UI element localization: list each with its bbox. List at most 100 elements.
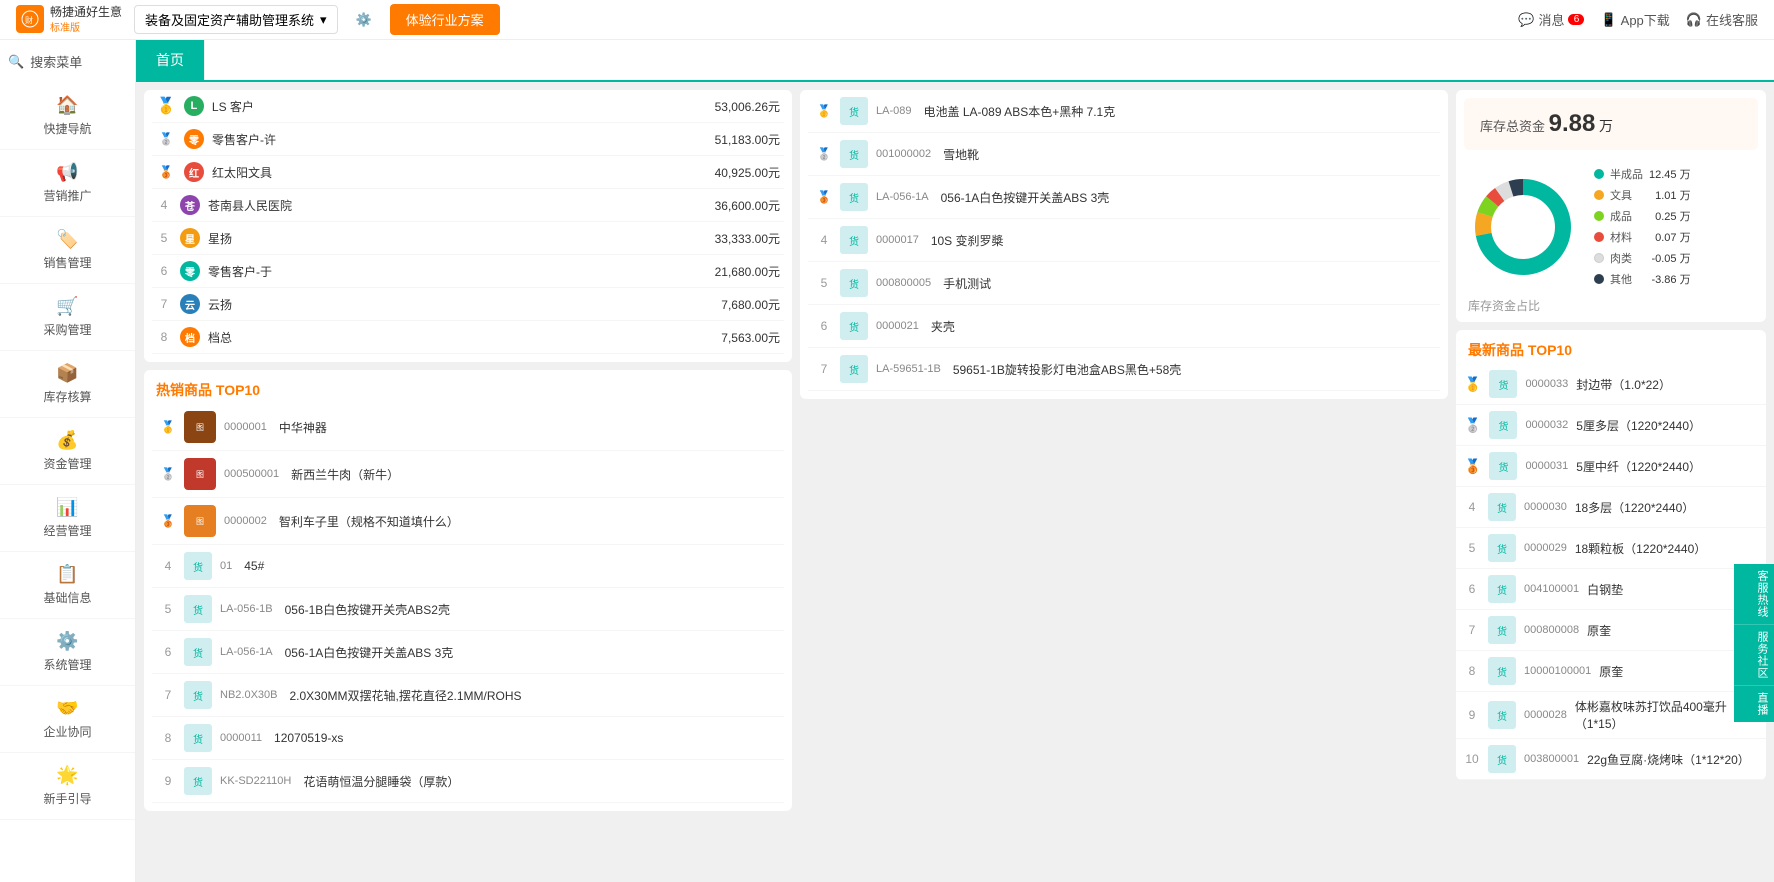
customer-badge-1: L: [184, 96, 204, 116]
product-placeholder-7: 货: [184, 681, 212, 709]
float-customer-service[interactable]: 客服热线: [1734, 564, 1774, 625]
legend-dot-0: [1594, 169, 1604, 179]
sales-product-list: 🥇 货 LA-089 电池盖 LA-089 ABS本色+黑种 7.1克 🥈 货 …: [800, 90, 1448, 399]
sidebar-item-basics[interactable]: 📋 基础信息: [0, 552, 135, 619]
trial-button[interactable]: 体验行业方案: [390, 4, 500, 35]
new-p-code-2: 0000032: [1525, 419, 1568, 431]
sidebar-item-finance[interactable]: 💰 资金管理: [0, 418, 135, 485]
online-service-button[interactable]: 🎧 在线客服: [1686, 10, 1758, 29]
sidebar-label-4: 库存核算: [43, 388, 91, 405]
customer-badge-6: 零: [180, 261, 200, 281]
search-menu-item[interactable]: 🔍 搜索菜单: [0, 40, 135, 83]
sidebar-item-collab[interactable]: 🤝 企业协同: [0, 686, 135, 753]
rank-num-7: 7: [156, 297, 172, 311]
customer-name-6: 零售客户-于: [208, 263, 707, 280]
product-code-8: 0000011: [220, 732, 262, 744]
legend-item-4: 肉类 -0.05 万: [1594, 250, 1691, 266]
right-panel: 库存总资金 9.88 万: [1456, 90, 1766, 874]
notification-button[interactable]: 💬 消息 6: [1518, 10, 1584, 29]
customer-badge-2: 零: [184, 129, 204, 149]
sidebar-item-inventory[interactable]: 📦 库存核算: [0, 351, 135, 418]
main-layout: 🔍 搜索菜单 🏠 快捷导航 📢 营销推广 🏷️ 销售管理 🛒 采购管理 📦 库存…: [0, 40, 1774, 882]
sp-name-2: 雪地靴: [943, 146, 979, 163]
list-item: 4 货 0000017 10S 变刹罗槳: [808, 219, 1440, 262]
home-icon: 🏠: [56, 95, 78, 116]
sales-products-card: 🥇 货 LA-089 电池盖 LA-089 ABS本色+黑种 7.1克 🥈 货 …: [800, 90, 1448, 399]
new-p-placeholder-1: 货: [1489, 370, 1517, 398]
customer-name-8: 档总: [208, 329, 713, 346]
legend-dot-5: [1594, 274, 1604, 284]
system-name: 装备及固定资产辅助管理系统: [145, 10, 314, 29]
new-p-name-1: 封边带（1.0*22）: [1576, 376, 1671, 393]
sp-rank-7: 7: [816, 362, 832, 376]
product-rank-icon: 🥉: [160, 514, 176, 528]
list-item: 6 货 LA-056-1A 056-1A白色按键开关盖ABS 3克: [152, 631, 784, 674]
float-live[interactable]: 直播: [1734, 686, 1774, 722]
new-p-placeholder-5: 货: [1488, 534, 1516, 562]
search-icon: 🔍: [8, 54, 24, 70]
new-medal-2: 🥈: [1464, 417, 1481, 434]
sidebar-label-0: 快捷导航: [43, 120, 91, 137]
main-columns: 🥇 L LS 客户 53,006.26元 🥈 零 零售客户-许 51,183.0…: [144, 90, 1448, 874]
list-item: 5 货 0000029 18颗粒板（1220*2440）: [1456, 528, 1766, 569]
list-item: 9 货 0000028 体彬嘉枚味苏打饮品400毫升（1*15）: [1456, 692, 1766, 739]
sidebar-item-system[interactable]: ⚙️ 系统管理: [0, 619, 135, 686]
rank-num-5: 5: [156, 231, 172, 245]
new-p-placeholder-2: 货: [1489, 411, 1517, 439]
product-name-9: 花语萌恒温分腿睡袋（厚款）: [303, 773, 459, 790]
logo-area: 财 畅捷通好生意 标准版: [16, 5, 122, 34]
sp-code-7: LA-59651-1B: [876, 363, 941, 375]
product-thumb-1: 图: [184, 411, 216, 443]
sidebar-label-8: 系统管理: [43, 656, 91, 673]
new-p-name-7: 原奎: [1587, 622, 1611, 639]
settings-button[interactable]: ⚙️: [350, 6, 378, 34]
sp-rank-4: 4: [816, 233, 832, 247]
sp-code-6: 0000021: [876, 320, 919, 332]
sidebar-label-9: 企业协同: [43, 723, 91, 740]
legend-list: 半成品 12.45 万 文具 1.01 万 成品 0: [1594, 166, 1691, 287]
legend-dot-4: [1594, 253, 1604, 263]
new-p-placeholder-3: 货: [1489, 452, 1517, 480]
new-p-name-3: 5厘中纤（1220*2440）: [1576, 458, 1701, 475]
new-p-code-8: 10000100001: [1524, 665, 1591, 677]
sidebar-item-quick-nav[interactable]: 🏠 快捷导航: [0, 83, 135, 150]
legend-label-4: 肉类: [1610, 250, 1632, 266]
phone-icon: 📱: [1600, 12, 1616, 28]
product-code-2: 000500001: [224, 468, 279, 480]
header-right: 💬 消息 6 📱 App下载 🎧 在线客服: [1518, 10, 1758, 29]
new-medal-3: 🥉: [1464, 458, 1481, 475]
new-p-code-7: 000800008: [1524, 624, 1579, 636]
list-item: 🥇 货 0000033 封边带（1.0*22）: [1456, 364, 1766, 405]
product-placeholder-6: 货: [184, 638, 212, 666]
sidebar-item-guide[interactable]: 🌟 新手引导: [0, 753, 135, 820]
legend-label-0: 半成品: [1610, 166, 1643, 182]
new-p-code-9: 0000028: [1524, 709, 1567, 721]
headset-icon: 🎧: [1686, 12, 1702, 28]
guide-icon: 🌟: [56, 765, 78, 786]
new-p-name-2: 5厘多层（1220*2440）: [1576, 417, 1701, 434]
sidebar-label-6: 经营管理: [43, 522, 91, 539]
new-p-placeholder-8: 货: [1488, 657, 1516, 685]
new-rank-10: 10: [1464, 752, 1480, 766]
customer-amount-4: 36,600.00元: [715, 197, 780, 214]
sidebar-item-operations[interactable]: 📊 经营管理: [0, 485, 135, 552]
list-item: 🥉 图 0000002 智利车子里（规格不知道填什么）: [152, 498, 784, 545]
list-item: 🥈 图 000500001 新西兰牛肉（新牛）: [152, 451, 784, 498]
product-code-7: NB2.0X30B: [220, 689, 277, 701]
table-row: 🥈 零 零售客户-许 51,183.00元: [152, 123, 784, 156]
sales-products-col: 🥇 货 LA-089 电池盖 LA-089 ABS本色+黑种 7.1克 🥈 货 …: [800, 90, 1448, 874]
marketing-icon: 📢: [56, 162, 78, 183]
tab-home[interactable]: 首页: [136, 40, 205, 80]
system-icon: ⚙️: [56, 631, 78, 652]
sidebar-item-purchase[interactable]: 🛒 采购管理: [0, 284, 135, 351]
logo-text-area: 畅捷通好生意 标准版: [50, 5, 122, 34]
product-name-6: 056-1A白色按键开关盖ABS 3克: [285, 644, 454, 661]
float-community[interactable]: 服务社区: [1734, 625, 1774, 686]
sidebar-item-marketing[interactable]: 📢 营销推广: [0, 150, 135, 217]
app-download-button[interactable]: 📱 App下载: [1600, 10, 1669, 29]
sidebar-item-sales[interactable]: 🏷️ 销售管理: [0, 217, 135, 284]
new-p-name-4: 18多层（1220*2440）: [1575, 499, 1694, 516]
system-selector[interactable]: 装备及固定资产辅助管理系统 ▾: [134, 5, 338, 34]
legend-label-1: 文具: [1610, 187, 1632, 203]
product-code-5: LA-056-1B: [220, 603, 273, 615]
